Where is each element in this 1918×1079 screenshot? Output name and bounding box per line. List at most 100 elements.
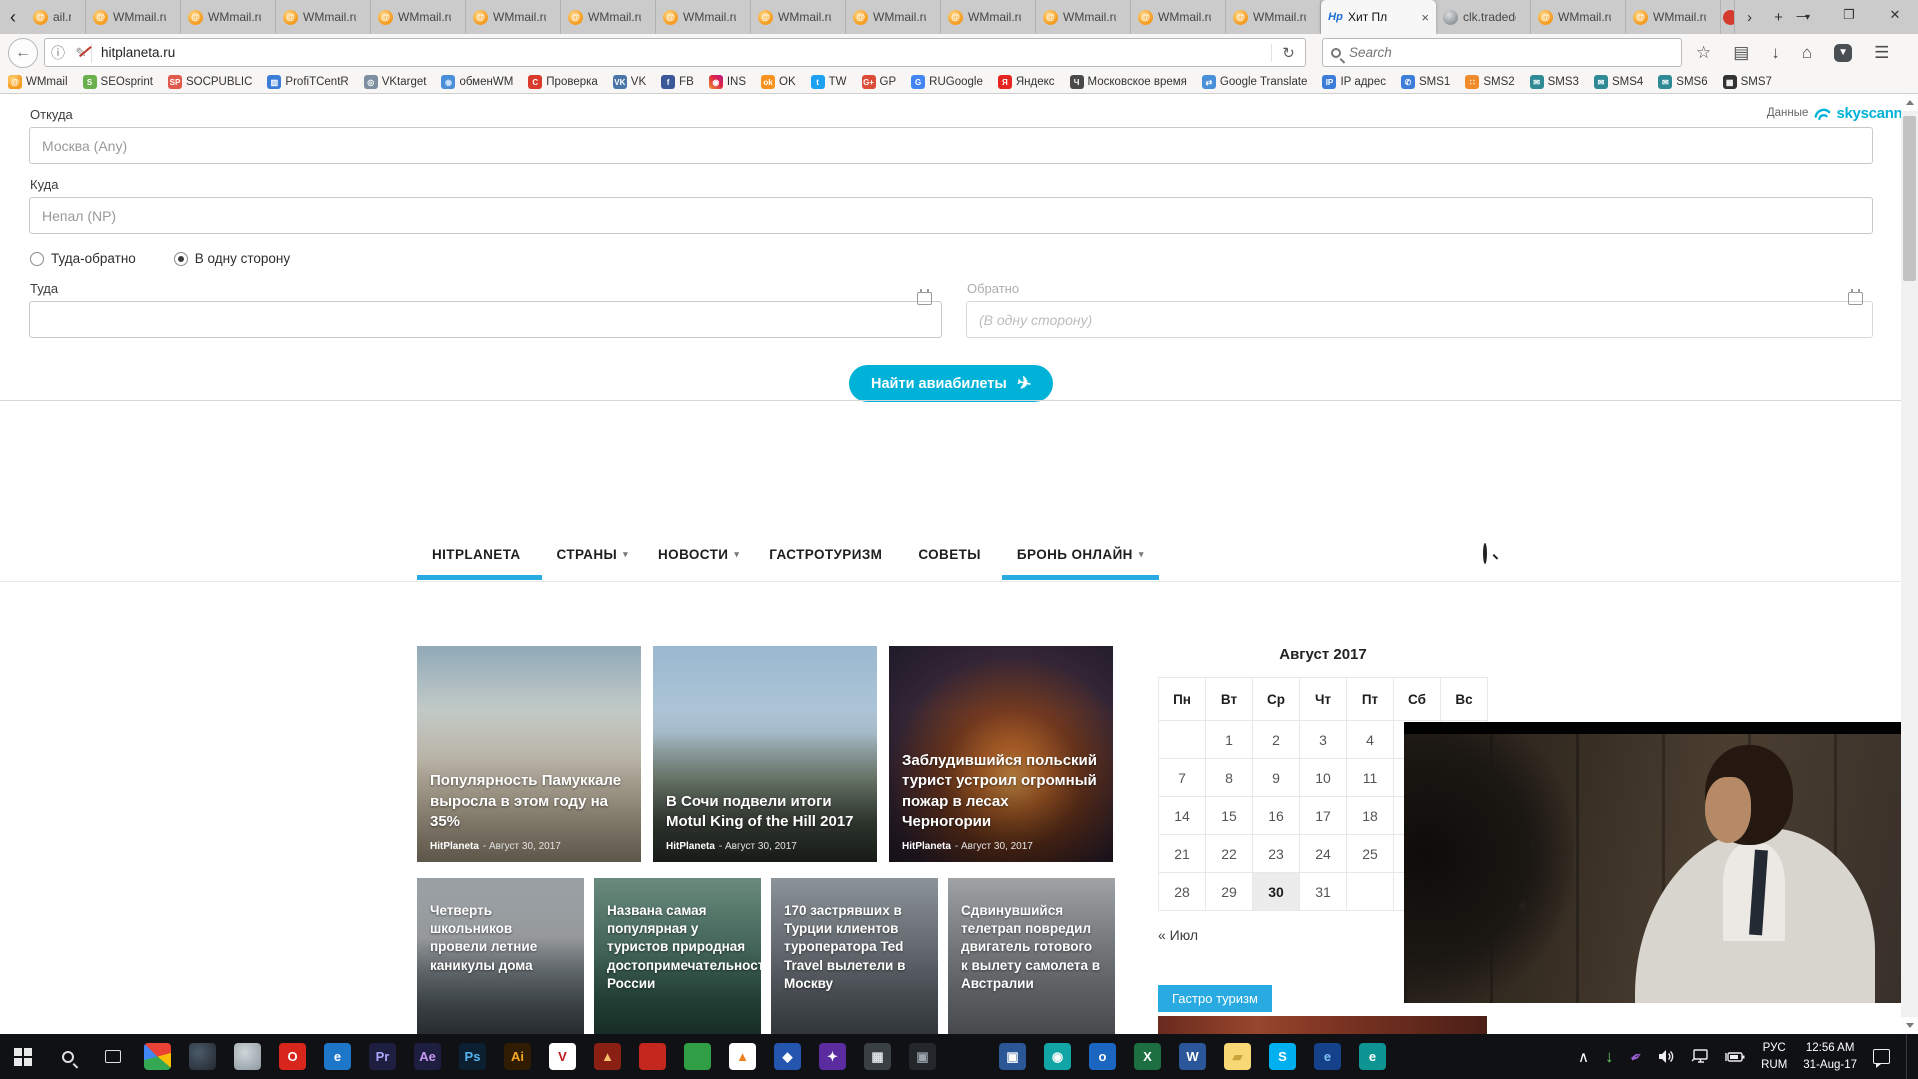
bookmark-item[interactable]: ◉ обменWM bbox=[441, 75, 513, 89]
calendar-cell[interactable]: Вт bbox=[1206, 678, 1253, 721]
language-indicator[interactable]: РУС RUM bbox=[1761, 1040, 1787, 1073]
from-input[interactable]: Москва (Any) bbox=[29, 127, 1873, 164]
calendar-cell[interactable] bbox=[1159, 721, 1206, 759]
radio-roundtrip[interactable]: Туда-обратно bbox=[30, 251, 136, 266]
calendar-cell[interactable]: 16 bbox=[1253, 797, 1300, 835]
bookmark-item[interactable]: VK VK bbox=[612, 75, 646, 89]
home-icon[interactable]: ⌂ bbox=[1802, 43, 1812, 63]
network-icon[interactable] bbox=[1691, 1049, 1709, 1064]
article-title[interactable]: Четверть школьников провели летние каник… bbox=[430, 902, 571, 975]
calendar-cell[interactable]: 23 bbox=[1253, 835, 1300, 873]
calendar-cell[interactable]: 4 bbox=[1347, 721, 1394, 759]
clock[interactable]: 12:56 AM 31-Aug-17 bbox=[1803, 1040, 1857, 1073]
bookmark-item[interactable]: f FB bbox=[661, 75, 694, 89]
tab-scroll-right-icon[interactable]: › bbox=[1735, 0, 1764, 34]
taskbar-app-icon[interactable]: O bbox=[270, 1034, 315, 1079]
taskbar-app-icon[interactable]: e bbox=[1305, 1034, 1350, 1079]
downloads-icon[interactable]: ↓ bbox=[1771, 43, 1780, 63]
depart-date-input[interactable] bbox=[29, 301, 942, 338]
taskbar-app-icon[interactable]: Ae bbox=[405, 1034, 450, 1079]
article-card[interactable]: Названа самая популярная у туристов прир… bbox=[594, 878, 761, 1034]
calendar-cell[interactable]: 25 bbox=[1347, 835, 1394, 873]
search-input[interactable] bbox=[1349, 45, 1673, 60]
browser-tab[interactable]: @ WMmail.ru bbox=[371, 0, 466, 34]
browser-tab[interactable]: @ WMmail.ru bbox=[466, 0, 561, 34]
menu-icon[interactable]: ☰ bbox=[1874, 43, 1889, 63]
taskbar-app-icon[interactable]: ◉ bbox=[1035, 1034, 1080, 1079]
bookmark-item[interactable]: Ч Московское время bbox=[1069, 75, 1187, 89]
taskbar-app-icon[interactable]: W bbox=[1170, 1034, 1215, 1079]
start-button[interactable] bbox=[0, 1034, 45, 1079]
browser-tab[interactable]: @ WMmail.ru bbox=[751, 0, 846, 34]
bookmark-item[interactable]: ⇄ Google Translate bbox=[1201, 75, 1307, 89]
bookmark-item[interactable]: ✉ SMS6 bbox=[1658, 75, 1708, 89]
browser-tab[interactable]: @ WMmail.ru bbox=[1626, 0, 1721, 34]
pen-tool-icon[interactable]: ✒ bbox=[1626, 1046, 1645, 1067]
calendar-cell[interactable] bbox=[1347, 873, 1394, 911]
browser-tab[interactable]: @ WMmail.ru bbox=[656, 0, 751, 34]
calendar-cell[interactable]: 10 bbox=[1300, 759, 1347, 797]
article-title[interactable]: Названа самая популярная у туристов прир… bbox=[607, 902, 761, 993]
taskbar-app-icon[interactable]: o bbox=[1080, 1034, 1125, 1079]
taskbar-app-icon[interactable]: ▦ bbox=[855, 1034, 900, 1079]
calendar-cell[interactable]: 8 bbox=[1206, 759, 1253, 797]
taskbar-app-icon[interactable] bbox=[180, 1034, 225, 1079]
calendar-cell[interactable]: 1 bbox=[1206, 721, 1253, 759]
to-input[interactable]: Непал (NP) bbox=[29, 197, 1873, 234]
calendar-cell[interactable]: 22 bbox=[1206, 835, 1253, 873]
calendar-cell[interactable]: 14 bbox=[1159, 797, 1206, 835]
calendar-cell[interactable]: Пт bbox=[1347, 678, 1394, 721]
close-button[interactable]: ✕ bbox=[1872, 0, 1918, 30]
scrollbar-down-arrow[interactable] bbox=[1901, 1017, 1918, 1034]
calendar-cell[interactable]: 24 bbox=[1300, 835, 1347, 873]
taskbar-app-icon[interactable]: X bbox=[1125, 1034, 1170, 1079]
calendar-icon[interactable] bbox=[1848, 289, 1863, 305]
task-view-button[interactable] bbox=[90, 1034, 135, 1079]
calendar-cell[interactable]: Сб bbox=[1394, 678, 1441, 721]
video-overlay[interactable] bbox=[1404, 722, 1903, 1003]
article-card[interactable]: Сдвинувшийся телетрап повредил двигатель… bbox=[948, 878, 1115, 1034]
article-title[interactable]: 170 застрявших в Турции клиентов туропер… bbox=[784, 902, 925, 993]
article-card[interactable]: Заблудившийся польский турист устроил ог… bbox=[889, 646, 1113, 862]
article-title[interactable]: В Сочи подвели итоги Motul King of the H… bbox=[666, 792, 864, 833]
nav-item[interactable]: ГАСТРОТУРИЗМ bbox=[754, 532, 903, 576]
bookmark-item[interactable]: ▥ ProfiTCentR bbox=[267, 75, 349, 89]
return-date-input[interactable]: (В одну сторону) bbox=[966, 301, 1873, 338]
minimize-button[interactable]: — bbox=[1780, 0, 1826, 30]
calendar-cell[interactable]: 11 bbox=[1347, 759, 1394, 797]
taskbar-app-icon[interactable] bbox=[945, 1034, 990, 1079]
article-title[interactable]: Популярность Памуккале выросла в этом го… bbox=[430, 771, 628, 832]
browser-tab[interactable]: @ WMmail.ru bbox=[276, 0, 371, 34]
bookmark-item[interactable]: ok OK bbox=[761, 75, 796, 89]
calendar-icon[interactable] bbox=[917, 289, 932, 305]
bookmark-item[interactable]: S SEOsprint bbox=[82, 75, 153, 89]
calendar-cell[interactable]: Вс bbox=[1441, 678, 1488, 721]
taskbar-app-icon[interactable]: ◆ bbox=[765, 1034, 810, 1079]
battery-icon[interactable] bbox=[1725, 1051, 1745, 1063]
bookmark-item[interactable]: ◉ INS bbox=[708, 75, 746, 89]
taskbar-app-icon[interactable]: ▣ bbox=[990, 1034, 1035, 1079]
url-text[interactable]: hitplaneta.ru bbox=[101, 45, 1271, 60]
browser-tab[interactable]: @ WMmail.ru bbox=[1226, 0, 1321, 34]
taskbar-app-icon[interactable] bbox=[675, 1034, 720, 1079]
radio-roundtrip-circle[interactable] bbox=[30, 251, 44, 266]
taskbar-app-icon[interactable]: V bbox=[540, 1034, 585, 1079]
taskbar-app-icon[interactable]: Pr bbox=[360, 1034, 405, 1079]
reload-icon[interactable]: ↻ bbox=[1271, 43, 1305, 62]
bookmark-item[interactable]: ◎ VKtarget bbox=[363, 75, 426, 89]
taskbar-app-icon[interactable]: ▲ bbox=[720, 1034, 765, 1079]
calendar-cell[interactable]: Ср bbox=[1253, 678, 1300, 721]
bookmark-item[interactable]: ∷ SMS2 bbox=[1465, 75, 1515, 89]
article-card[interactable]: 170 застрявших в Турции клиентов туропер… bbox=[771, 878, 938, 1034]
site-search-button[interactable] bbox=[1483, 543, 1487, 564]
article-title[interactable]: Сдвинувшийся телетрап повредил двигатель… bbox=[961, 902, 1102, 993]
show-desktop-button[interactable] bbox=[1906, 1034, 1912, 1079]
taskbar-app-icon[interactable]: S bbox=[1260, 1034, 1305, 1079]
browser-tab[interactable]: @ WMmail.ru bbox=[1036, 0, 1131, 34]
bookmark-item[interactable]: ✆ SMS1 bbox=[1400, 75, 1450, 89]
nav-item[interactable]: СТРАНЫ ▾ bbox=[542, 532, 644, 576]
find-flights-button[interactable]: Найти авиабилеты ✈ bbox=[849, 365, 1053, 402]
taskbar-app-icon[interactable]: e bbox=[1350, 1034, 1395, 1079]
scrollbar-up-arrow[interactable] bbox=[1901, 94, 1918, 111]
taskbar-app-icon[interactable] bbox=[630, 1034, 675, 1079]
